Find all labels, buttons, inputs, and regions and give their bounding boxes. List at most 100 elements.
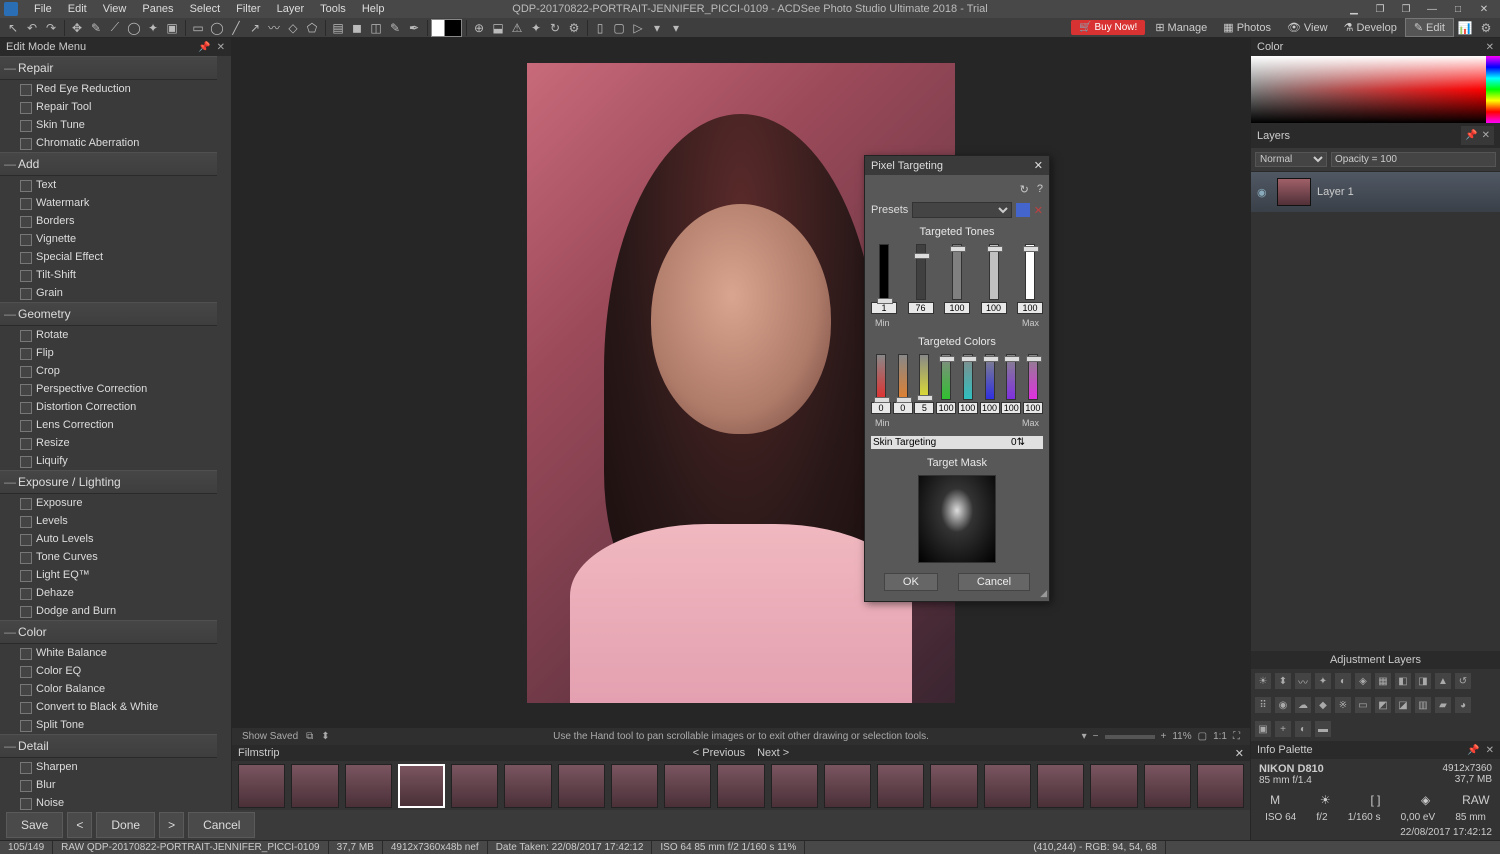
tool-tone-curves[interactable]: Tone Curves xyxy=(0,548,217,566)
adj-sharpen-icon[interactable]: ▲ xyxy=(1435,673,1451,689)
tool-chromatic-aberration[interactable]: Chromatic Aberration xyxy=(0,134,217,152)
next-image-button[interactable]: > xyxy=(159,812,184,838)
move-tool-icon[interactable]: ✥ xyxy=(68,19,86,37)
menu-help[interactable]: Help xyxy=(354,1,393,17)
polygon-tool-icon[interactable]: ⬠ xyxy=(303,19,321,37)
mode-view[interactable]: 👁 View xyxy=(1279,18,1336,37)
adj-grain-icon[interactable]: ⠿ xyxy=(1255,697,1271,713)
rect-select-icon[interactable]: ▭ xyxy=(189,19,207,37)
menu-view[interactable]: View xyxy=(95,1,135,17)
tone-slider[interactable]: 76 xyxy=(908,244,934,314)
fill-icon[interactable]: ◼ xyxy=(348,19,366,37)
adj-negative-icon[interactable]: ◪ xyxy=(1395,697,1411,713)
eyedropper-icon[interactable]: ✎ xyxy=(87,19,105,37)
panel-close-icon[interactable]: ✕ xyxy=(217,42,225,53)
tool-split-tone[interactable]: Split Tone xyxy=(0,716,217,734)
popup-icon[interactable]: ▾ xyxy=(648,19,666,37)
thumbnail[interactable] xyxy=(877,764,924,808)
adj-exposure-icon[interactable]: ☀ xyxy=(1255,673,1271,689)
eraser-icon[interactable]: ◫ xyxy=(367,19,385,37)
color-slider[interactable]: 5 xyxy=(914,354,934,414)
add-layer-icon[interactable]: + xyxy=(1275,721,1291,737)
tool-perspective-correction[interactable]: Perspective Correction xyxy=(0,380,217,398)
tool-skin-tune[interactable]: Skin Tune xyxy=(0,116,217,134)
tool-liquify[interactable]: Liquify xyxy=(0,452,217,470)
wand-icon[interactable]: ✦ xyxy=(144,19,162,37)
thumbnail[interactable] xyxy=(930,764,977,808)
thumbnail[interactable] xyxy=(345,764,392,808)
dialog-help-icon[interactable]: ? xyxy=(1037,183,1043,196)
adj-dehaze-icon[interactable]: ☁ xyxy=(1295,697,1311,713)
tool-borders[interactable]: Borders xyxy=(0,212,217,230)
blend-mode-select[interactable]: Normal xyxy=(1255,152,1327,167)
tone-slider[interactable]: 1 xyxy=(871,244,897,314)
window-close-icon[interactable]: ✕ xyxy=(1472,2,1496,16)
presets-select[interactable] xyxy=(912,202,1011,218)
thumbnail[interactable] xyxy=(664,764,711,808)
adj-vibrance-icon[interactable]: ◈ xyxy=(1355,673,1371,689)
show-saved-toggle[interactable]: Show Saved xyxy=(242,731,298,742)
chart-icon[interactable]: 📊 xyxy=(1456,19,1474,37)
adj-light-icon[interactable]: ✦ xyxy=(1315,673,1331,689)
tool-levels[interactable]: Levels xyxy=(0,512,217,530)
category-exposure-lighting[interactable]: Exposure / Lighting xyxy=(0,470,217,494)
fit-icon[interactable]: ▢ xyxy=(1198,731,1207,742)
category-color[interactable]: Color xyxy=(0,620,217,644)
window-minimize2-icon[interactable]: — xyxy=(1420,2,1444,16)
histogram-icon[interactable]: ⬓ xyxy=(489,19,507,37)
crop-icon[interactable]: ▣ xyxy=(163,19,181,37)
color-slider[interactable]: 100 xyxy=(980,354,1000,414)
tool-resize[interactable]: Resize xyxy=(0,434,217,452)
done-button[interactable]: Done xyxy=(96,812,155,838)
dialog-ok-button[interactable]: OK xyxy=(884,573,938,591)
mask-layer-icon[interactable]: ◐ xyxy=(1295,721,1311,737)
category-detail[interactable]: Detail xyxy=(0,734,217,758)
thumbnail[interactable] xyxy=(1144,764,1191,808)
popup2-icon[interactable]: ▾ xyxy=(667,19,685,37)
thumbnail[interactable] xyxy=(451,764,498,808)
adj-vignette-icon[interactable]: ◉ xyxy=(1275,697,1291,713)
filmstrip-thumbnails[interactable] xyxy=(232,761,1250,810)
tool-white-balance[interactable]: White Balance xyxy=(0,644,217,662)
resize-grip-icon[interactable]: ◢ xyxy=(1040,588,1047,599)
split-view-icon[interactable]: ▯ xyxy=(591,19,609,37)
tool-blur[interactable]: Blur xyxy=(0,776,217,794)
tool-watermark[interactable]: Watermark xyxy=(0,194,217,212)
adj-curves-icon[interactable]: 〰 xyxy=(1295,673,1311,689)
warning-icon[interactable]: ⚠ xyxy=(508,19,526,37)
gradient-icon[interactable]: ▤ xyxy=(329,19,347,37)
tool-rotate[interactable]: Rotate xyxy=(0,326,217,344)
tool-light-eq-[interactable]: Light EQ™ xyxy=(0,566,217,584)
mode-edit[interactable]: ✎ Edit xyxy=(1405,18,1454,37)
tone-slider[interactable]: 100 xyxy=(944,244,970,314)
thumbnail[interactable] xyxy=(1197,764,1244,808)
tool-auto-levels[interactable]: Auto Levels xyxy=(0,530,217,548)
adj-restore-icon[interactable]: ↺ xyxy=(1455,673,1471,689)
info-close-icon[interactable]: ✕ xyxy=(1486,745,1494,756)
skin-stepper-icon[interactable]: ⇅ xyxy=(1017,437,1025,448)
thumbnail[interactable] xyxy=(504,764,551,808)
category-geometry[interactable]: Geometry xyxy=(0,302,217,326)
tool-tilt-shift[interactable]: Tilt-Shift xyxy=(0,266,217,284)
lasso-icon[interactable]: ◯ xyxy=(125,19,143,37)
star-icon[interactable]: ✦ xyxy=(527,19,545,37)
layers-close-icon[interactable]: ✕ xyxy=(1482,130,1490,141)
play-icon[interactable]: ▷ xyxy=(629,19,647,37)
tool-noise[interactable]: Noise xyxy=(0,794,217,810)
window-restore1-icon[interactable]: ❐ xyxy=(1368,2,1392,16)
thumbnail[interactable] xyxy=(984,764,1031,808)
adj-threshold-icon[interactable]: ◩ xyxy=(1375,697,1391,713)
redo-icon[interactable]: ↷ xyxy=(42,19,60,37)
filmstrip-close-icon[interactable]: ✕ xyxy=(1235,747,1244,760)
undo-icon[interactable]: ↶ xyxy=(23,19,41,37)
pin-icon[interactable]: 📌 xyxy=(198,42,210,53)
tool-dodge-and-burn[interactable]: Dodge and Burn xyxy=(0,602,217,620)
curve-tool-icon[interactable]: 〰 xyxy=(265,19,283,37)
pencil-icon[interactable]: ✎ xyxy=(386,19,404,37)
tool-color-eq[interactable]: Color EQ xyxy=(0,662,217,680)
filmstrip-next[interactable]: Next > xyxy=(757,747,789,759)
thumbnail[interactable] xyxy=(824,764,871,808)
thumbnail[interactable] xyxy=(717,764,764,808)
zoom-dropdown-icon[interactable]: ▾ xyxy=(1082,731,1087,742)
color-slider[interactable]: 100 xyxy=(1023,354,1043,414)
